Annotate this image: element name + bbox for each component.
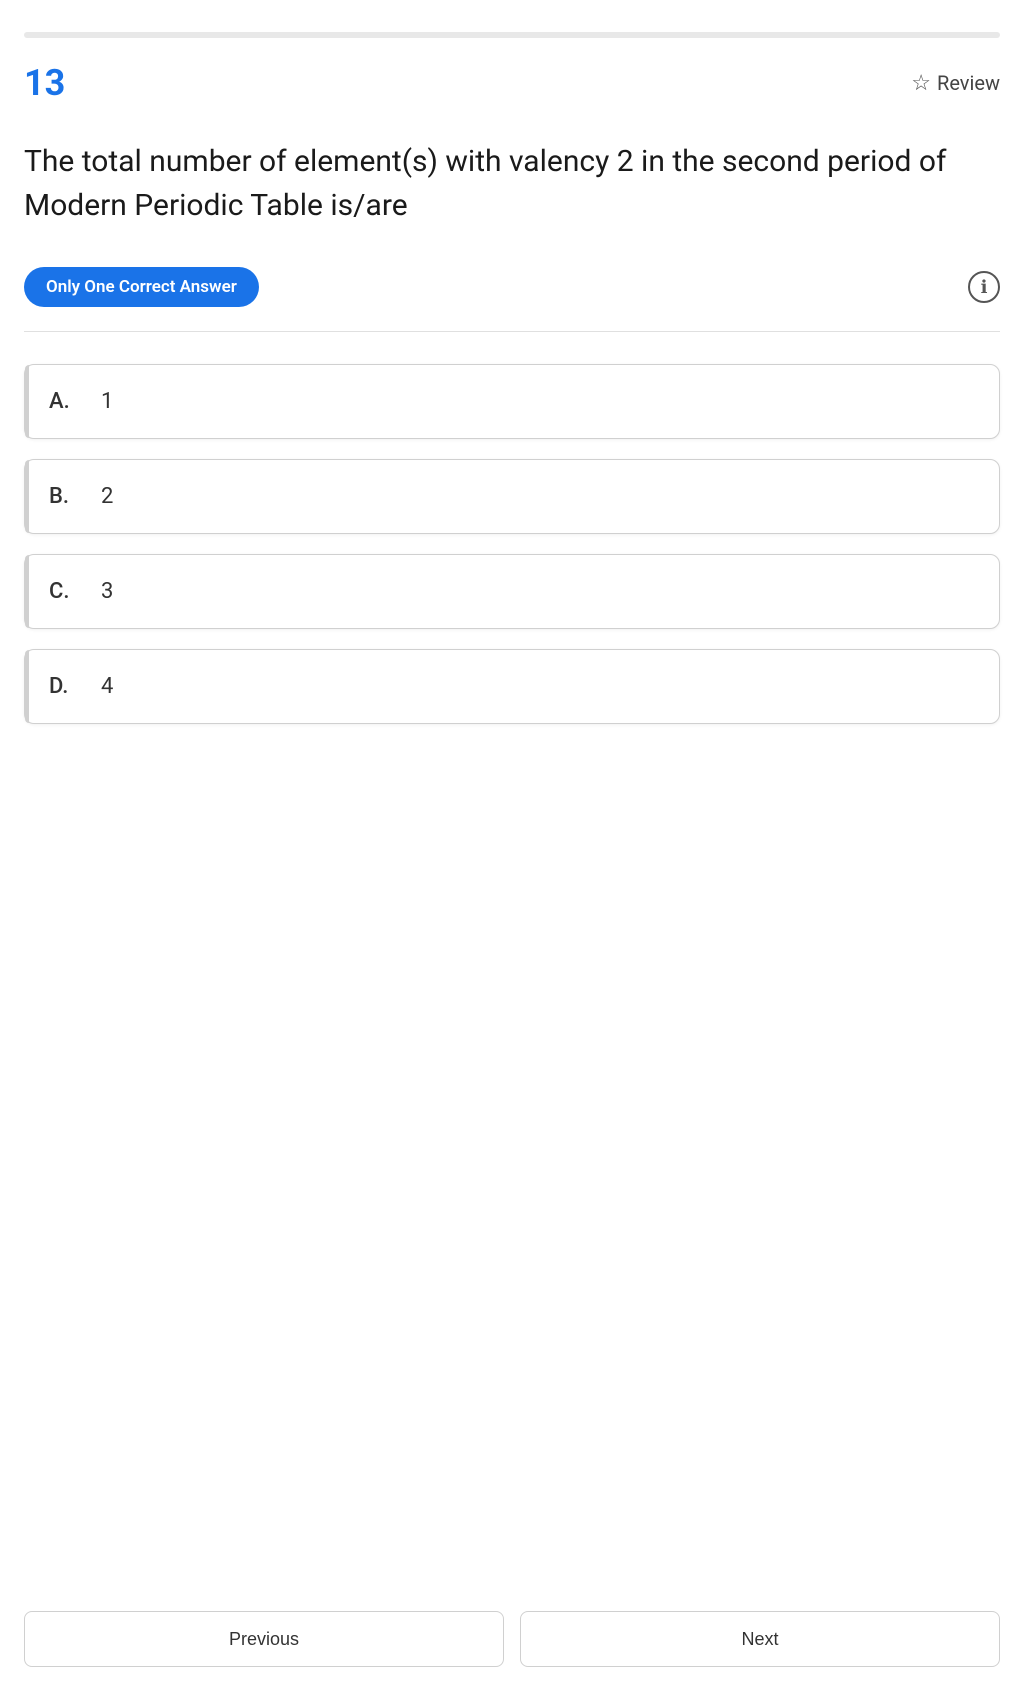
question-number: 13 [24, 62, 65, 104]
page-container: 13 ☆ Review The total number of element(… [0, 0, 1024, 1707]
options-list: A. 1 B. 2 C. 3 D. 4 [24, 364, 1000, 724]
star-icon: ☆ [911, 71, 931, 96]
info-symbol: ℹ [981, 277, 988, 298]
option-d-value: 4 [101, 674, 113, 699]
answer-type-badge: Only One Correct Answer [24, 267, 259, 307]
prev-button[interactable]: Previous [24, 1611, 504, 1667]
option-b[interactable]: B. 2 [24, 459, 1000, 534]
badge-row: Only One Correct Answer ℹ [24, 267, 1000, 307]
option-c-letter: C. [49, 579, 81, 604]
option-a-value: 1 [101, 389, 113, 414]
progress-bar [24, 32, 1000, 38]
top-bar: 13 ☆ Review [24, 62, 1000, 104]
option-b-letter: B. [49, 484, 81, 509]
option-d[interactable]: D. 4 [24, 649, 1000, 724]
option-b-value: 2 [101, 484, 113, 509]
option-d-letter: D. [49, 674, 81, 699]
bottom-nav: Previous Next [24, 1611, 1000, 1667]
next-button[interactable]: Next [520, 1611, 1000, 1667]
info-icon[interactable]: ℹ [968, 271, 1000, 303]
option-c-value: 3 [101, 579, 113, 604]
divider [24, 331, 1000, 332]
question-text: The total number of element(s) with vale… [24, 140, 1000, 227]
review-label: Review [937, 71, 1000, 95]
review-button[interactable]: ☆ Review [911, 71, 1000, 96]
option-a[interactable]: A. 1 [24, 364, 1000, 439]
option-c[interactable]: C. 3 [24, 554, 1000, 629]
option-a-letter: A. [49, 389, 81, 414]
